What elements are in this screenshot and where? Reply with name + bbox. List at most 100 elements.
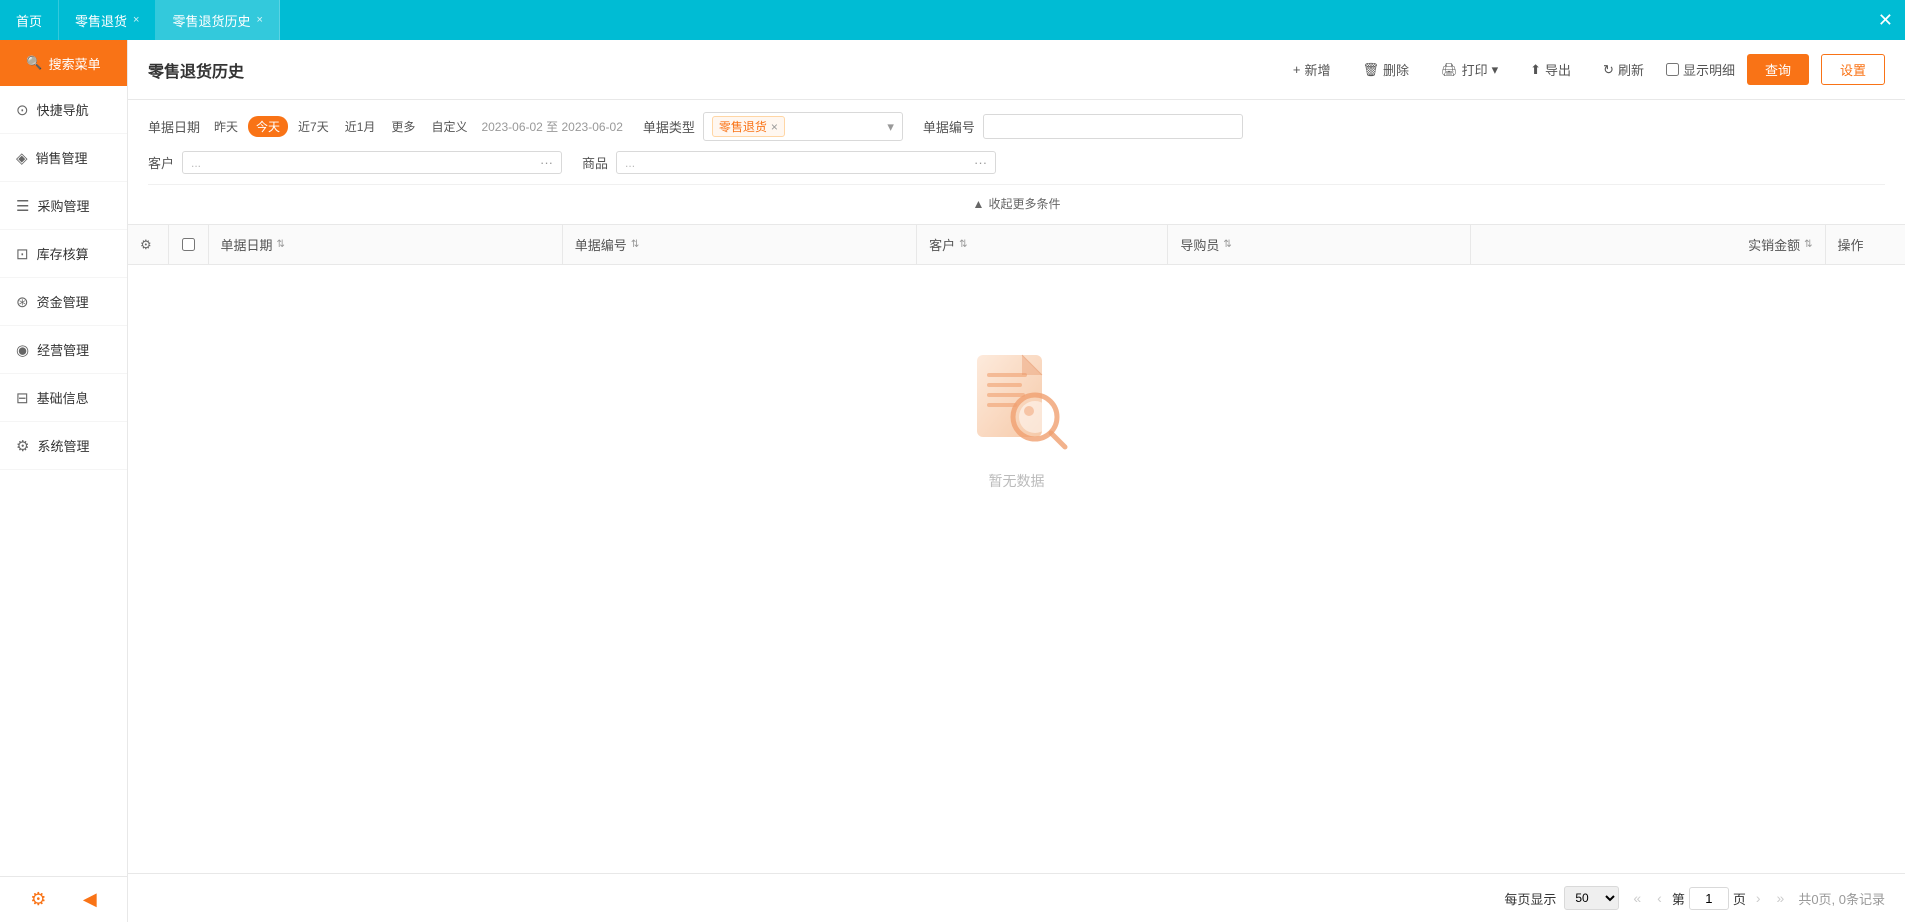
empty-cell: 暂无数据 xyxy=(128,265,1905,572)
audio-bottom-icon[interactable]: ◀ xyxy=(83,889,97,910)
sidebar-item-inventory[interactable]: ⊡ 库存核算 xyxy=(0,230,127,278)
th-action-label: 操作 xyxy=(1838,238,1864,253)
sidebar-item-purchase-mgmt[interactable]: ☰ 采购管理 xyxy=(0,182,127,230)
finance-icon: ⊛ xyxy=(16,293,29,311)
th-guide: 导购员 ⇅ xyxy=(1168,225,1471,265)
date-7days[interactable]: 近7天 xyxy=(292,116,335,137)
sort-doc-no-icon: ⇅ xyxy=(631,239,639,250)
page-size-select[interactable]: 20 50 100 xyxy=(1564,886,1619,910)
sidebar-search-label: 搜索菜单 xyxy=(49,54,101,73)
sidebar-item-quick-nav-label: 快捷导航 xyxy=(37,100,89,119)
sidebar-search[interactable]: 🔍 搜索菜单 xyxy=(0,40,127,86)
doc-no-input[interactable] xyxy=(983,114,1243,139)
tab-retail-return-history-label: 零售退货历史 xyxy=(172,11,250,30)
filter-area: 单据日期 昨天 今天 近7天 近1月 更多 自定义 2023-06-02 至 2… xyxy=(128,100,1905,225)
export-button[interactable]: ⬆ 导出 xyxy=(1520,55,1581,84)
close-history-icon[interactable]: × xyxy=(256,14,262,26)
sidebar-item-system-label: 系统管理 xyxy=(37,436,89,455)
sidebar-item-inventory-label: 库存核算 xyxy=(37,244,89,263)
delete-button[interactable]: 🗑 删除 xyxy=(1353,55,1420,84)
sort-customer[interactable]: 客户 ⇅ xyxy=(929,235,1155,254)
th-doc-no-label: 单据编号 xyxy=(575,235,627,254)
select-all-checkbox[interactable] xyxy=(182,238,195,251)
sort-date[interactable]: 单据日期 ⇅ xyxy=(221,235,550,254)
basic-info-icon: ⊟ xyxy=(16,389,29,407)
sidebar-item-basic-info[interactable]: ⊟ 基础信息 xyxy=(0,374,127,422)
date-today[interactable]: 今天 xyxy=(248,116,288,137)
new-icon: + xyxy=(1293,62,1301,77)
new-label: 新增 xyxy=(1305,60,1331,79)
filter-row-2: 客户 ... ··· 商品 ... ··· xyxy=(148,151,1885,174)
print-button[interactable]: 🖨 打印 ▾ xyxy=(1431,55,1508,84)
date-custom[interactable]: 自定义 xyxy=(425,116,473,137)
close-retail-return-icon[interactable]: × xyxy=(133,14,139,26)
sidebar-menu: ⊙ 快捷导航 ◈ 销售管理 ☰ 采购管理 ⊡ 库存核算 ⊛ 资金管理 ◉ 经营管… xyxy=(0,86,127,876)
date-yesterday[interactable]: 昨天 xyxy=(208,116,244,137)
type-tag-remove[interactable]: × xyxy=(771,120,778,134)
sidebar-item-sales-mgmt[interactable]: ◈ 销售管理 xyxy=(0,134,127,182)
tab-home[interactable]: 首页 xyxy=(0,0,59,40)
settings-bottom-icon[interactable]: ⚙ xyxy=(30,889,46,910)
refresh-button[interactable]: ↻ 刷新 xyxy=(1593,55,1654,84)
type-select[interactable]: 零售退货 × ▾ xyxy=(703,112,903,141)
column-settings-icon[interactable]: ⚙ xyxy=(140,237,152,252)
customer-select[interactable]: ... ··· xyxy=(182,151,562,174)
tab-retail-return-history[interactable]: 零售退货历史 × xyxy=(156,0,279,40)
tab-retail-return[interactable]: 零售退货 × xyxy=(59,0,156,40)
sidebar-item-basic-info-label: 基础信息 xyxy=(37,388,89,407)
show-detail-label: 显示明细 xyxy=(1683,60,1735,79)
collapse-button[interactable]: ▲ 收起更多条件 xyxy=(148,184,1885,212)
data-table: ⚙ 单据日期 ⇅ xyxy=(128,225,1905,571)
first-page-button[interactable]: « xyxy=(1627,888,1647,908)
th-customer: 客户 ⇅ xyxy=(917,225,1168,265)
prev-page-button[interactable]: ‹ xyxy=(1651,888,1668,908)
page-unit: 页 xyxy=(1733,889,1746,908)
collapse-label: 收起更多条件 xyxy=(988,195,1060,212)
date-more[interactable]: 更多 xyxy=(385,116,421,137)
date-label: 单据日期 xyxy=(148,117,200,136)
collapse-arrow-icon: ▲ xyxy=(973,197,985,211)
customer-label: 客户 xyxy=(148,153,174,172)
filter-goods: 商品 ... ··· xyxy=(582,151,996,174)
th-amount: 实销金额 ⇅ xyxy=(1471,225,1825,265)
empty-state: 暂无数据 xyxy=(128,265,1905,571)
query-button[interactable]: 查询 xyxy=(1747,54,1809,85)
header-actions: + 新增 🗑 删除 🖨 打印 ▾ ⬆ 导出 ↻ 刷新 xyxy=(1283,54,1885,85)
table-body: 暂无数据 xyxy=(128,265,1905,572)
last-page-button[interactable]: » xyxy=(1771,888,1791,908)
quick-nav-icon: ⊙ xyxy=(16,101,29,119)
window-close-button[interactable]: ✕ xyxy=(1866,10,1905,31)
page-nav: « ‹ 第 页 › » xyxy=(1627,887,1790,910)
sort-doc-no[interactable]: 单据编号 ⇅ xyxy=(575,235,904,254)
page-header: 零售退货历史 + 新增 🗑 删除 🖨 打印 ▾ ⬆ 导出 xyxy=(128,40,1905,100)
sort-amount-icon: ⇅ xyxy=(1804,239,1812,250)
date-range-display: 2023-06-02 至 2023-06-02 xyxy=(481,118,622,135)
goods-select[interactable]: ... ··· xyxy=(616,151,996,174)
th-action: 操作 xyxy=(1825,225,1905,265)
new-button[interactable]: + 新增 xyxy=(1283,55,1341,84)
sidebar-item-operations[interactable]: ◉ 经营管理 xyxy=(0,326,127,374)
sort-date-icon: ⇅ xyxy=(277,239,285,250)
sidebar-item-operations-label: 经营管理 xyxy=(37,340,89,359)
next-page-button[interactable]: › xyxy=(1750,888,1767,908)
sidebar-item-finance-label: 资金管理 xyxy=(37,292,89,311)
export-icon: ⬆ xyxy=(1530,62,1541,78)
sidebar-item-sales-label: 销售管理 xyxy=(36,148,88,167)
customer-placeholder: ... xyxy=(191,156,201,170)
page-number-input[interactable] xyxy=(1689,887,1729,910)
sales-icon: ◈ xyxy=(16,149,28,167)
sidebar-item-finance[interactable]: ⊛ 资金管理 xyxy=(0,278,127,326)
tab-list: 首页 零售退货 × 零售退货历史 × xyxy=(0,0,1866,40)
date-1month[interactable]: 近1月 xyxy=(339,116,382,137)
inventory-icon: ⊡ xyxy=(16,245,29,263)
sort-guide[interactable]: 导购员 ⇅ xyxy=(1180,235,1458,254)
sidebar-item-system[interactable]: ⚙ 系统管理 xyxy=(0,422,127,470)
sidebar-item-quick-nav[interactable]: ⊙ 快捷导航 xyxy=(0,86,127,134)
th-date: 单据日期 ⇅ xyxy=(208,225,562,265)
th-amount-label: 实销金额 xyxy=(1748,235,1800,254)
show-detail-checkbox[interactable] xyxy=(1666,63,1679,76)
th-checkbox xyxy=(168,225,208,265)
sort-amount[interactable]: 实销金额 ⇅ xyxy=(1483,235,1812,254)
setting-button[interactable]: 设置 xyxy=(1821,54,1885,85)
sort-customer-icon: ⇅ xyxy=(959,239,967,250)
